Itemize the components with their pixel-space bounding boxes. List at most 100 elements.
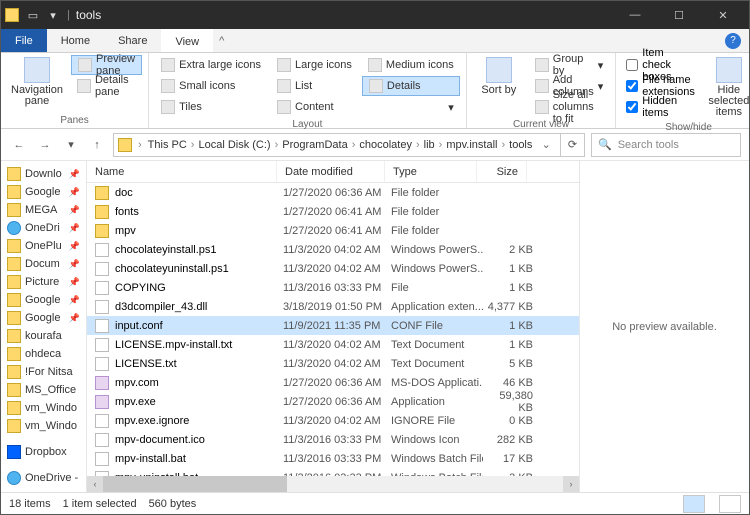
- address-segment[interactable]: mpv.install: [444, 139, 499, 151]
- chevron-right-icon[interactable]: ›: [437, 139, 445, 151]
- scroll-thumb[interactable]: [103, 476, 287, 492]
- qat-newfolder-icon[interactable]: ▾: [45, 7, 61, 23]
- nav-item[interactable]: ohdeca: [1, 345, 86, 363]
- chevron-right-icon[interactable]: ›: [499, 139, 507, 151]
- address-bar[interactable]: › This PC›Local Disk (C:)›ProgramData›ch…: [113, 133, 561, 157]
- nav-item[interactable]: Dropbox: [1, 443, 86, 461]
- checkbox-file-extensions[interactable]: File name extensions: [622, 76, 699, 96]
- nav-item[interactable]: Google📌: [1, 291, 86, 309]
- nav-item[interactable]: kourafa: [1, 327, 86, 345]
- folder-icon: [7, 293, 21, 307]
- col-size[interactable]: Size: [477, 161, 527, 182]
- scroll-right-button[interactable]: ›: [563, 476, 579, 492]
- recent-dropdown[interactable]: ▾: [61, 135, 81, 155]
- view-thumbnails-toggle[interactable]: [719, 495, 741, 513]
- col-type[interactable]: Type: [385, 161, 477, 182]
- layout-more-button[interactable]: ▾: [362, 97, 460, 117]
- file-row[interactable]: mpv-install.bat11/3/2016 03:33 PMWindows…: [87, 449, 579, 468]
- layout-xlarge-button[interactable]: Extra large icons: [155, 55, 267, 75]
- file-row[interactable]: d3dcompiler_43.dll3/18/2019 01:50 PMAppl…: [87, 297, 579, 316]
- qat-properties-icon[interactable]: ▭: [25, 7, 41, 23]
- checkbox-hidden-items[interactable]: Hidden items: [622, 97, 699, 117]
- scroll-track[interactable]: [103, 476, 563, 492]
- checkbox-item-checkboxes[interactable]: Item check boxes: [622, 55, 699, 75]
- file-row[interactable]: mpv-uninstall.bat11/3/2016 03:33 PMWindo…: [87, 468, 579, 476]
- nav-item[interactable]: Downlo📌: [1, 165, 86, 183]
- chevron-right-icon[interactable]: ›: [350, 139, 358, 151]
- file-row[interactable]: fonts1/27/2020 06:41 AMFile folder: [87, 202, 579, 221]
- nav-item[interactable]: Docum📌: [1, 255, 86, 273]
- close-button[interactable]: ✕: [701, 1, 745, 29]
- forward-button[interactable]: →: [35, 135, 55, 155]
- address-segment[interactable]: This PC: [146, 139, 189, 151]
- minimize-button[interactable]: —: [613, 1, 657, 29]
- file-row[interactable]: COPYING11/3/2016 03:33 PMFile1 KB: [87, 278, 579, 297]
- scroll-left-button[interactable]: ‹: [87, 476, 103, 492]
- address-segment[interactable]: ProgramData: [280, 139, 349, 151]
- file-row[interactable]: chocolateyinstall.ps111/3/2020 04:02 AMW…: [87, 240, 579, 259]
- navigation-tree[interactable]: Downlo📌Google📌MEGA📌OneDri📌OnePlu📌Docum📌P…: [1, 161, 87, 492]
- up-button[interactable]: ↑: [87, 135, 107, 155]
- back-button[interactable]: ←: [9, 135, 29, 155]
- layout-content-button[interactable]: Content: [271, 97, 358, 117]
- horizontal-scrollbar[interactable]: ‹ ›: [87, 476, 579, 492]
- layout-medium-button[interactable]: Medium icons: [362, 55, 460, 75]
- address-segment[interactable]: chocolatey: [357, 139, 414, 151]
- address-segment[interactable]: lib: [422, 139, 437, 151]
- view-details-toggle[interactable]: [683, 495, 705, 513]
- chevron-right-icon[interactable]: ›: [189, 139, 197, 151]
- file-row[interactable]: LICENSE.txt11/3/2020 04:02 AMText Docume…: [87, 354, 579, 373]
- nav-item[interactable]: OneDri📌: [1, 219, 86, 237]
- tab-share[interactable]: Share: [104, 29, 161, 52]
- file-row[interactable]: input.conf11/9/2021 11:35 PMCONF File1 K…: [87, 316, 579, 335]
- col-date[interactable]: Date modified: [277, 161, 385, 182]
- tab-home[interactable]: Home: [47, 29, 104, 52]
- layout-details-button[interactable]: Details: [362, 76, 460, 96]
- chevron-right-icon[interactable]: ›: [136, 139, 144, 151]
- refresh-button[interactable]: ⟳: [561, 133, 585, 157]
- file-row[interactable]: mpv1/27/2020 06:41 AMFile folder: [87, 221, 579, 240]
- navigation-pane-button[interactable]: Navigation pane: [7, 55, 67, 109]
- nav-item[interactable]: MS_Office: [1, 381, 86, 399]
- chevron-right-icon[interactable]: ›: [414, 139, 422, 151]
- nav-item[interactable]: !For Nitsa: [1, 363, 86, 381]
- col-name[interactable]: Name: [87, 161, 277, 182]
- tab-file[interactable]: File: [1, 29, 47, 52]
- file-icon: [95, 300, 109, 314]
- layout-large-button[interactable]: Large icons: [271, 55, 358, 75]
- maximize-button[interactable]: ☐: [657, 1, 701, 29]
- sortby-button[interactable]: Sort by: [473, 55, 525, 98]
- tiles-icon: [161, 100, 175, 114]
- nav-item[interactable]: MEGA📌: [1, 201, 86, 219]
- file-list[interactable]: doc1/27/2020 06:36 AMFile folderfonts1/2…: [87, 183, 579, 476]
- nav-item[interactable]: Picture📌: [1, 273, 86, 291]
- file-row[interactable]: mpv.exe.ignore11/3/2020 04:02 AMIGNORE F…: [87, 411, 579, 430]
- nav-item[interactable]: vm_Windo: [1, 417, 86, 435]
- hide-selected-button[interactable]: Hide selected items: [703, 55, 750, 120]
- file-row[interactable]: mpv.exe1/27/2020 06:36 AMApplication59,3…: [87, 392, 579, 411]
- layout-list-button[interactable]: List: [271, 76, 358, 96]
- file-row[interactable]: chocolateyuninstall.ps111/3/2020 04:02 A…: [87, 259, 579, 278]
- file-row[interactable]: LICENSE.mpv-install.txt11/3/2020 04:02 A…: [87, 335, 579, 354]
- search-input[interactable]: 🔍 Search tools: [591, 133, 741, 157]
- layout-small-button[interactable]: Small icons: [155, 76, 267, 96]
- groupby-button[interactable]: Group by ▾: [529, 55, 609, 75]
- address-dropdown-icon[interactable]: ⌄: [536, 138, 556, 151]
- file-row[interactable]: mpv-document.ico11/3/2016 03:33 PMWindow…: [87, 430, 579, 449]
- nav-item[interactable]: vm_Windo: [1, 399, 86, 417]
- sizecolumns-button[interactable]: Size all columns to fit: [529, 97, 609, 117]
- nav-item[interactable]: Google📌: [1, 183, 86, 201]
- tab-view[interactable]: View: [161, 29, 213, 52]
- chevron-right-icon[interactable]: ›: [273, 139, 281, 151]
- address-segment[interactable]: Local Disk (C:): [196, 139, 272, 151]
- file-row[interactable]: doc1/27/2020 06:36 AMFile folder: [87, 183, 579, 202]
- help-icon[interactable]: ?: [725, 33, 741, 49]
- preview-pane-button[interactable]: Preview pane: [71, 55, 142, 75]
- details-pane-button[interactable]: Details pane: [71, 76, 142, 96]
- address-segment[interactable]: tools: [507, 139, 532, 151]
- nav-item[interactable]: OneDrive -: [1, 469, 86, 487]
- nav-item[interactable]: OnePlu📌: [1, 237, 86, 255]
- nav-item[interactable]: Google📌: [1, 309, 86, 327]
- layout-tiles-button[interactable]: Tiles: [155, 97, 267, 117]
- ribbon-collapse-icon[interactable]: ^: [213, 35, 230, 47]
